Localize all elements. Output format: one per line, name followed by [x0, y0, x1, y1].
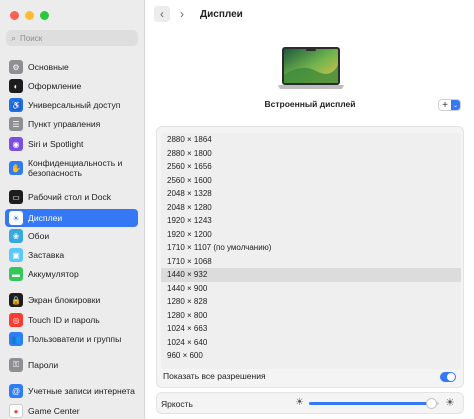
sidebar-item[interactable]: ● Game Center [5, 404, 138, 418]
sidebar-item-label: Учетные записи интернета [28, 386, 135, 396]
sidebar-item-label: Touch ID и пароль [28, 315, 100, 325]
wallpaper-icon: ❀ [9, 229, 23, 243]
gear-icon: ⚙ [9, 60, 23, 74]
resolution-option[interactable]: 1710 × 1107 (по умолчанию) [161, 241, 461, 255]
window-controls [10, 11, 49, 20]
battery-icon: ▬ [9, 267, 23, 281]
brightness-row: Яркость ☀ ☀ [156, 392, 464, 414]
sidebar-item[interactable]: 👥 Пользователи и группы [5, 332, 138, 346]
sun-icon: ☀ [9, 211, 23, 225]
laptop-icon[interactable] [276, 45, 346, 93]
sidebar-item[interactable]: ◐ Оформление [5, 79, 138, 93]
game-center-icon: ● [9, 404, 23, 418]
sidebar-item[interactable]: ▬ Аккумулятор [5, 267, 138, 281]
sidebar-item[interactable]: ✋ Конфиденциальность и безопасность [5, 154, 138, 182]
dock-icon: ▭ [9, 190, 23, 204]
sidebar-item[interactable]: ♿ Универсальный доступ [5, 98, 138, 112]
resolution-option[interactable]: 2048 × 1280 [161, 201, 461, 215]
resolution-option[interactable]: 2880 × 1864 [161, 133, 461, 147]
resolution-option[interactable]: 1024 × 663 [161, 322, 461, 336]
appearance-icon: ◐ [9, 79, 23, 93]
brightness-label: Яркость [161, 399, 193, 409]
resolution-option[interactable]: 2560 × 1656 [161, 160, 461, 174]
toolbar: ‹ › Дисплеи [154, 6, 243, 22]
sun-large-icon: ☀ [445, 397, 455, 409]
sidebar-item[interactable]: ❀ Обои [5, 229, 138, 243]
sidebar-item-label: Универсальный доступ [28, 100, 121, 110]
minimize-button[interactable] [25, 11, 34, 20]
resolution-option[interactable]: 1440 × 900 [161, 282, 461, 296]
sidebar-item-label: Обои [28, 231, 50, 241]
page-title: Дисплеи [200, 8, 243, 20]
sidebar-item[interactable]: ☀ Дисплеи [5, 209, 138, 227]
resolution-option[interactable]: 1920 × 1200 [161, 228, 461, 242]
lock-screen-icon: 🔒 [9, 293, 23, 307]
resolution-option[interactable]: 1710 × 1068 [161, 255, 461, 269]
display-name: Встроенный дисплей [264, 99, 356, 109]
sidebar-item-label: Аккумулятор [28, 269, 79, 279]
sidebar-item[interactable]: 🔒 Экран блокировки [5, 293, 138, 307]
sidebar-item[interactable]: ▭ Рабочий стол и Dock [5, 190, 138, 204]
plus-icon: + [439, 100, 451, 110]
search-field[interactable]: ⌕ [6, 30, 138, 46]
main-pane: ‹ › Дисплеи Встроенный дисплей + ⌄ 2880 … [146, 0, 474, 419]
sidebar-item-label: Siri и Spotlight [28, 139, 84, 149]
resolution-option[interactable]: 960 × 600 [161, 349, 461, 363]
search-icon: ⌕ [11, 32, 17, 43]
slider-fill [309, 402, 432, 405]
screensaver-icon: ▣ [9, 248, 23, 262]
siri-icon: ◉ [9, 137, 23, 151]
add-display-button[interactable]: + ⌄ [438, 99, 461, 111]
resolution-option[interactable]: 1920 × 1243 [161, 214, 461, 228]
resolution-option[interactable]: 1440 × 932 [161, 268, 461, 282]
sidebar-item[interactable]: @ Учетные записи интернета [5, 377, 138, 405]
sidebar-item[interactable]: ☰ Пункт управления [5, 117, 138, 131]
sidebar-item[interactable]: ◉ Siri и Spotlight [5, 137, 138, 151]
sidebar-item-label: Конфиденциальность и безопасность [28, 158, 123, 178]
key-icon: ⚿ [9, 358, 23, 372]
show-all-toggle[interactable] [440, 372, 456, 382]
resolution-option[interactable]: 1280 × 800 [161, 309, 461, 323]
accessibility-icon: ♿ [9, 98, 23, 112]
sidebar-item-label: Основные [28, 62, 69, 72]
sidebar-item-label: Пароли [28, 360, 59, 370]
sidebar-item-label: Пункт управления [28, 119, 101, 129]
sidebar-item[interactable]: ⚿ Пароли [5, 358, 138, 372]
resolution-panel: 2880 × 1864 2880 × 1800 2560 × 1656 2560 × … [156, 126, 464, 388]
sidebar-item-label: Оформление [28, 81, 82, 91]
sidebar-item-label: Game Center [28, 406, 80, 416]
at-icon: @ [9, 384, 23, 398]
sidebar-item[interactable]: ▣ Заставка [5, 248, 138, 262]
back-button[interactable]: ‹ [154, 6, 170, 22]
sidebar-item-label: Заставка [28, 250, 65, 260]
show-all-label: Показать все разрешения [163, 371, 266, 381]
search-input[interactable] [20, 33, 131, 43]
resolution-list[interactable]: 2880 × 1864 2880 × 1800 2560 × 1656 2560 × … [161, 133, 461, 369]
users-icon: 👥 [9, 332, 23, 346]
privacy-hand-icon: ✋ [9, 161, 23, 175]
sidebar-item[interactable]: ◎ Touch ID и пароль [5, 313, 138, 327]
sidebar-item-label: Экран блокировки [28, 295, 101, 305]
resolution-option[interactable]: 2048 × 1328 [161, 187, 461, 201]
sun-small-icon: ☀ [295, 397, 304, 408]
fingerprint-icon: ◎ [9, 313, 23, 327]
close-button[interactable] [10, 11, 19, 20]
sidebar-item[interactable]: ⚙ Основные [5, 60, 138, 74]
forward-button[interactable]: › [174, 6, 190, 22]
slider-knob[interactable] [426, 398, 438, 409]
sidebar-item-label: Пользователи и группы [28, 334, 122, 344]
sidebar: ⌕ ⚙ Основные ◐ Оформление ♿ Универсальный дос… [0, 0, 145, 419]
resolution-option[interactable]: 2560 × 1600 [161, 174, 461, 188]
chevron-down-icon: ⌄ [451, 100, 460, 110]
control-center-icon: ☰ [9, 117, 23, 131]
zoom-button[interactable] [40, 11, 49, 20]
resolution-option[interactable]: 1024 × 640 [161, 336, 461, 350]
sidebar-item-label: Дисплеи [28, 213, 63, 223]
resolution-option[interactable]: 1280 × 828 [161, 295, 461, 309]
resolution-option[interactable]: 2880 × 1800 [161, 147, 461, 161]
brightness-slider[interactable] [309, 398, 439, 409]
sidebar-item-label: Рабочий стол и Dock [28, 192, 112, 202]
